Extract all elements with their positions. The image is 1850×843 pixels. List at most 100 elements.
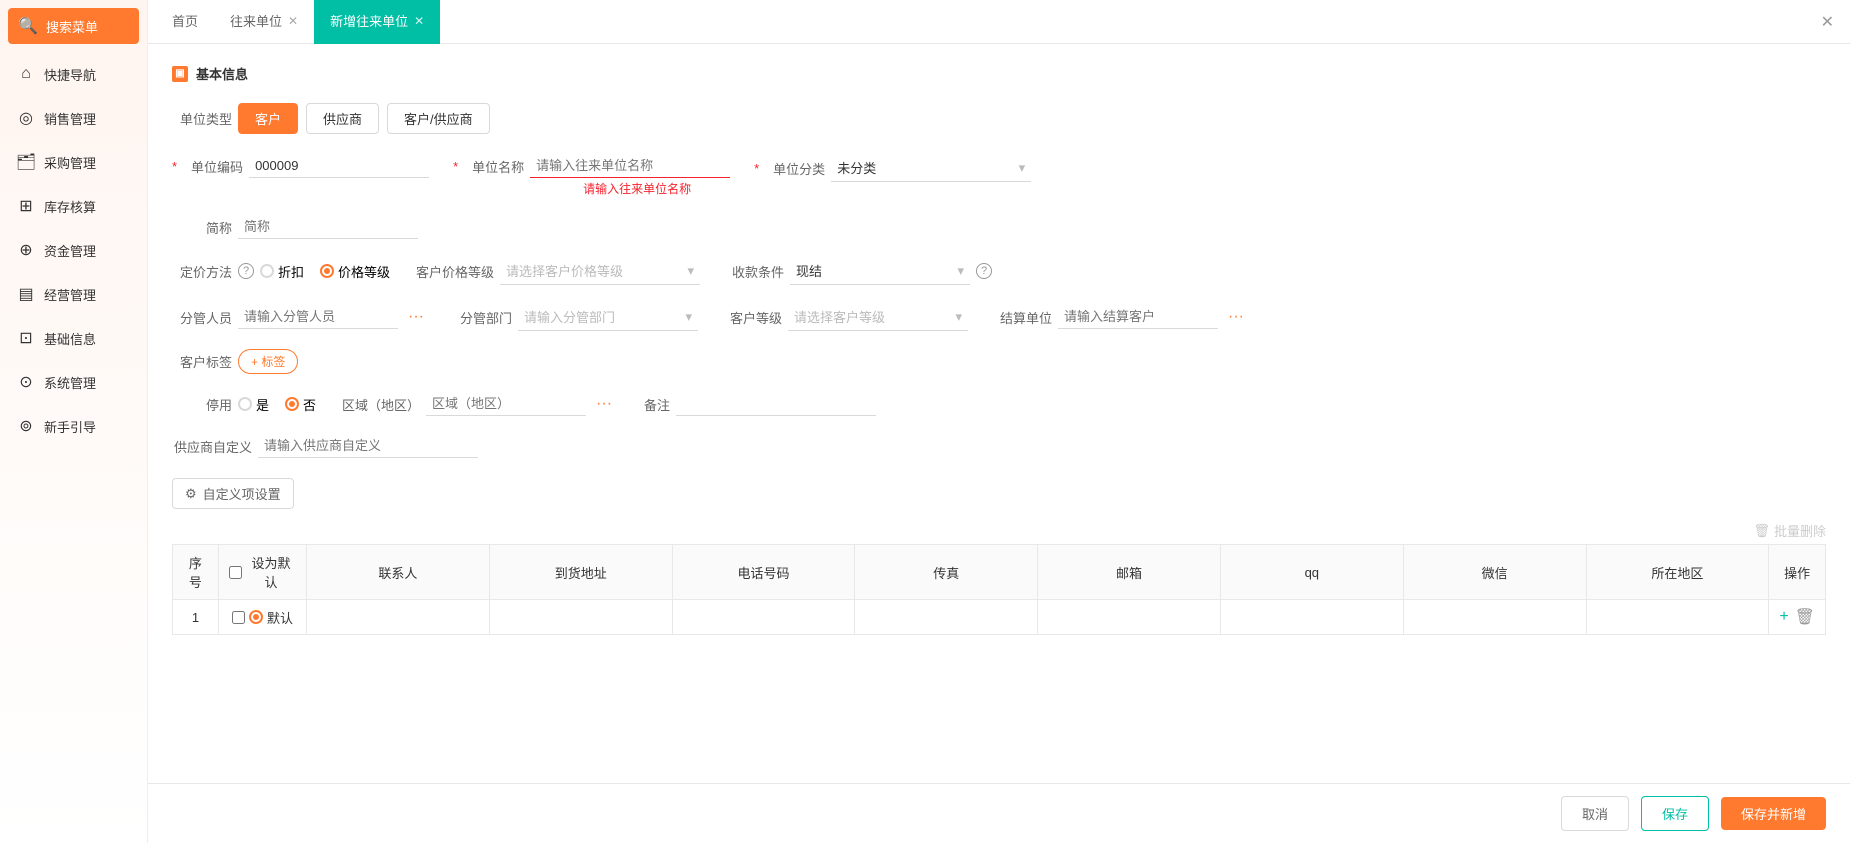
tab-new-partner[interactable]: 新增往来单位 ✕ — [314, 0, 440, 44]
row-default-label: 默认 — [267, 608, 293, 627]
unit-btn-customer[interactable]: 客户 — [238, 103, 298, 134]
sidebar-item-label: 资金管理 — [44, 241, 96, 260]
cell-phone[interactable] — [672, 600, 855, 635]
phone-input[interactable] — [683, 610, 845, 625]
payment-terms-field: 收款条件 现结 ▾ ? — [724, 257, 992, 285]
window-close-button[interactable]: ✕ — [1813, 12, 1842, 32]
radio-price-level[interactable]: 价格等级 — [320, 262, 390, 281]
contact-input[interactable] — [317, 610, 479, 625]
dept-placeholder: 请输入分管部门 — [524, 307, 615, 326]
address-input[interactable] — [500, 610, 662, 625]
unit-btn-both[interactable]: 客户/供应商 — [387, 103, 490, 134]
cell-email[interactable] — [1038, 600, 1221, 635]
pricing-help-icon[interactable]: ? — [238, 263, 254, 279]
cell-fax[interactable] — [855, 600, 1038, 635]
save-button[interactable]: 保存 — [1641, 796, 1709, 831]
radio-discount[interactable]: 折扣 — [260, 262, 304, 281]
unit-name-error: 请输入往来单位名称 — [583, 180, 691, 197]
settlement-input[interactable] — [1058, 305, 1218, 329]
disabled-radio-group: 是 否 — [238, 395, 316, 414]
tab-new-partner-close[interactable]: ✕ — [414, 14, 424, 28]
add-row-btn[interactable]: + — [1779, 608, 1788, 626]
tab-home[interactable]: 首页 — [156, 0, 214, 44]
unit-code-input[interactable] — [249, 154, 429, 178]
tab-partner-list-close[interactable]: ✕ — [288, 14, 298, 28]
sidebar-item-label: 基础信息 — [44, 329, 96, 348]
unit-name-input[interactable] — [530, 154, 730, 178]
purchase-icon: 🗂 — [16, 152, 36, 172]
fax-input[interactable] — [865, 610, 1027, 625]
manager-more-btn[interactable]: ··· — [404, 308, 428, 326]
unit-name-field: * 单位名称 请输入往来单位名称 — [453, 154, 730, 197]
cust-level-select[interactable]: 请选择客户等级 ▾ — [788, 303, 968, 331]
cell-contact[interactable] — [307, 600, 490, 635]
custom-settings-button[interactable]: ⚙ 自定义项设置 — [172, 478, 294, 509]
payment-help-icon[interactable]: ? — [976, 263, 992, 279]
manager-field: 分管人员 ··· — [172, 305, 428, 329]
row-manager: 分管人员 ··· 分管部门 请输入分管部门 ▾ 客户等级 请选择客户等级 ▾ — [172, 303, 1826, 331]
payment-terms-select[interactable]: 现结 ▾ — [790, 257, 970, 285]
sidebar-item-quick-nav[interactable]: ⌂ 快捷导航 — [0, 52, 147, 96]
cell-qq[interactable] — [1220, 600, 1403, 635]
cust-price-level-label: 客户价格等级 — [414, 262, 494, 281]
cell-default: 默认 — [218, 600, 306, 635]
tab-home-label: 首页 — [172, 11, 198, 30]
batch-delete-btn[interactable]: 🗑 批量删除 — [1753, 521, 1826, 540]
remark-label: 备注 — [640, 395, 670, 414]
sidebar-item-finance[interactable]: ⊕ 资金管理 — [0, 228, 147, 272]
home-icon: ⌂ — [16, 64, 36, 84]
sidebar-item-sales[interactable]: ◎ 销售管理 — [0, 96, 147, 140]
remark-input[interactable] — [676, 392, 876, 416]
unit-category-field: * 单位分类 未分类 ▾ — [754, 154, 1031, 182]
cell-wechat[interactable] — [1403, 600, 1586, 635]
unit-category-select[interactable]: 未分类 ▾ — [831, 154, 1031, 182]
sidebar-item-purchase[interactable]: 🗂 采购管理 — [0, 140, 147, 184]
radio-yes[interactable]: 是 — [238, 395, 269, 414]
sidebar-item-ops[interactable]: ▤ 经营管理 — [0, 272, 147, 316]
cancel-button[interactable]: 取消 — [1561, 796, 1629, 831]
email-input[interactable] — [1048, 610, 1210, 625]
settlement-more-btn[interactable]: ··· — [1224, 308, 1248, 326]
abbr-label: 简称 — [172, 218, 232, 237]
cust-price-level-select[interactable]: 请选择客户价格等级 ▾ — [500, 257, 700, 285]
page-content: ▣ 基本信息 单位类型 客户 供应商 客户/供应商 * 单位编码 — [148, 44, 1850, 783]
chevron-down-icon: ▾ — [1019, 160, 1026, 176]
dept-select[interactable]: 请输入分管部门 ▾ — [518, 303, 698, 331]
radio-no[interactable]: 否 — [285, 395, 316, 414]
sidebar-item-label: 库存核算 — [44, 197, 96, 216]
ops-icon: ▤ — [16, 284, 36, 304]
row-default-radio[interactable]: 默认 — [249, 608, 293, 627]
row-checkbox[interactable] — [232, 611, 245, 624]
select-all-checkbox[interactable] — [229, 566, 242, 579]
wechat-input[interactable] — [1414, 610, 1576, 625]
del-row-btn[interactable]: 🗑 — [1795, 607, 1815, 627]
region-more-btn[interactable]: ··· — [592, 395, 616, 413]
abbr-input[interactable] — [238, 215, 418, 239]
sidebar-item-inventory[interactable]: ⊞ 库存核算 — [0, 184, 147, 228]
cust-price-level-field: 客户价格等级 请选择客户价格等级 ▾ — [414, 257, 700, 285]
col-contact: 联系人 — [307, 545, 490, 600]
qq-input[interactable] — [1231, 610, 1393, 625]
tab-bar: 首页 往来单位 ✕ 新增往来单位 ✕ ✕ — [148, 0, 1850, 44]
manager-input[interactable] — [238, 305, 398, 329]
cell-region[interactable] — [1586, 600, 1769, 635]
sidebar-search[interactable]: 🔍 搜索菜单 — [8, 8, 139, 44]
region-input[interactable] — [426, 392, 586, 416]
cell-address[interactable] — [489, 600, 672, 635]
row-disabled-region: 停用 是 否 区域（地区） ··· — [172, 392, 1826, 416]
sidebar-item-beginner[interactable]: ⊚ 新手引导 — [0, 404, 147, 448]
region-field: 区域（地区） ··· — [340, 392, 616, 416]
add-tag-button[interactable]: + 标签 — [238, 349, 298, 374]
row-region-input[interactable] — [1597, 610, 1759, 625]
tab-partner-list[interactable]: 往来单位 ✕ — [214, 0, 314, 44]
supplier-custom-input[interactable] — [258, 434, 478, 458]
radio-yes-label: 是 — [256, 395, 269, 414]
sidebar-item-basic[interactable]: ⊡ 基础信息 — [0, 316, 147, 360]
cust-level-label: 客户等级 — [722, 308, 782, 327]
col-default: 设为默认 — [218, 545, 306, 600]
sidebar-item-system[interactable]: ⊙ 系统管理 — [0, 360, 147, 404]
unit-btn-supplier[interactable]: 供应商 — [306, 103, 379, 134]
chevron-down-icon2: ▾ — [688, 263, 695, 279]
unit-type-group: 客户 供应商 客户/供应商 — [238, 103, 490, 134]
save-new-button[interactable]: 保存并新增 — [1721, 797, 1826, 830]
